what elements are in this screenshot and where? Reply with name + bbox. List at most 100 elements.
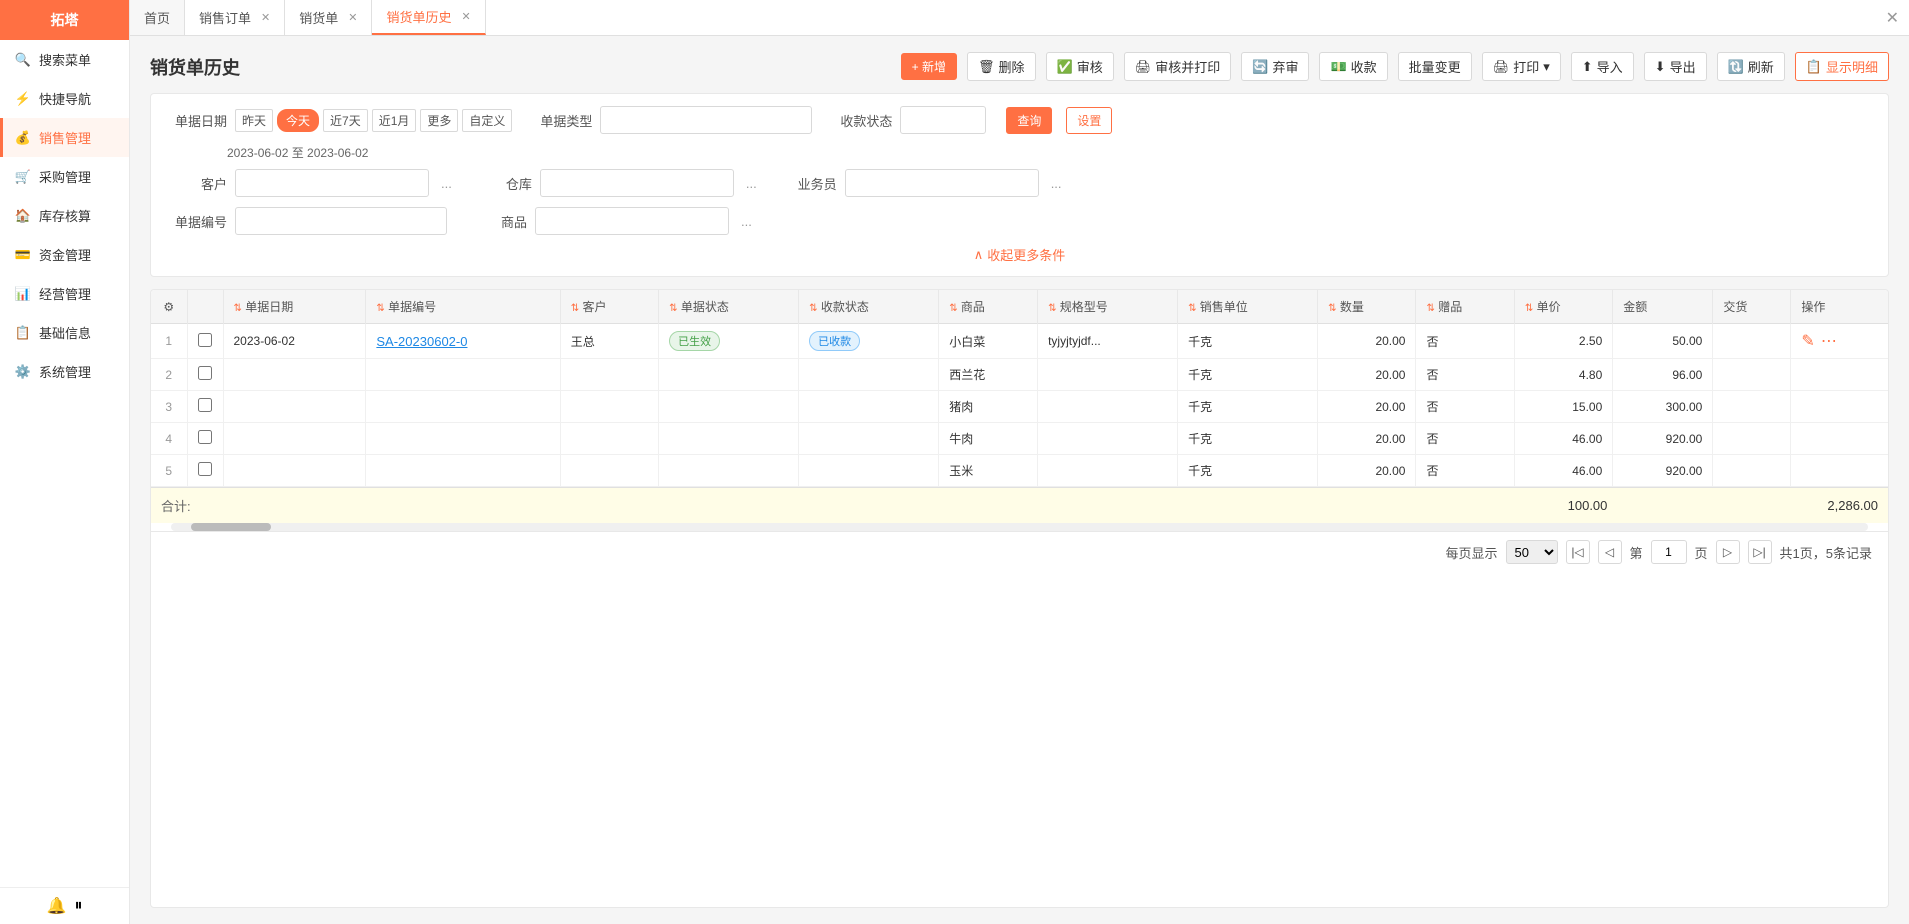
sidebar-item-base[interactable]: 📋 基础信息: [0, 313, 129, 352]
tab-sales-history-close[interactable]: ✕: [462, 10, 471, 23]
cell-checkbox[interactable]: [187, 423, 223, 455]
cell-action: [1791, 359, 1888, 391]
display-button[interactable]: 📋 显示明细: [1795, 52, 1889, 81]
cell-collect-status: [799, 423, 939, 455]
col-customer[interactable]: ⇅ 客户: [560, 290, 658, 324]
table-body: 1 2023-06-02 SA-20230602-0 王总 已生效 已收款 小白…: [151, 324, 1888, 487]
tab-sales-history[interactable]: 销货单历史 ✕: [372, 0, 485, 35]
col-doc-date[interactable]: ⇅ 单据日期: [223, 290, 366, 324]
sidebar-item-finance[interactable]: 💳 资金管理: [0, 235, 129, 274]
tab-home[interactable]: 首页: [130, 0, 185, 35]
audit-print-button[interactable]: 🖨 审核并打印: [1124, 52, 1232, 81]
tab-bar-close-all[interactable]: ✕: [1886, 8, 1909, 28]
page-input[interactable]: [1651, 540, 1687, 564]
doc-type-select[interactable]: [600, 106, 812, 134]
goods-label: 商品: [467, 212, 527, 231]
shortcut-7days[interactable]: 近7天: [323, 109, 368, 132]
salesperson-more-icon[interactable]: ...: [1051, 176, 1062, 191]
filter-goods: 商品 ...: [467, 207, 752, 235]
page-size-select[interactable]: 50 10 20 100: [1506, 540, 1558, 564]
page-next-button[interactable]: ▷: [1716, 540, 1740, 564]
shortcut-1month[interactable]: 近1月: [372, 109, 417, 132]
notification-icon[interactable]: 🔔: [47, 896, 67, 916]
cell-checkbox[interactable]: [187, 359, 223, 391]
tab-sales-order-close[interactable]: ✕: [261, 11, 270, 24]
new-button[interactable]: + 新增: [901, 53, 957, 80]
sidebar-item-ops[interactable]: 📊 经营管理: [0, 274, 129, 313]
col-unit-price[interactable]: ⇅ 单价: [1514, 290, 1612, 324]
pause-icon[interactable]: ⏸: [74, 897, 82, 915]
collapse-button[interactable]: ∧ 收起更多条件: [167, 245, 1872, 264]
scrollbar-thumb[interactable]: [191, 523, 271, 531]
table-header-row: ⚙ ⇅ 单据日期 ⇅ 单据编号 ⇅ 客户: [151, 290, 1888, 324]
col-doc-no[interactable]: ⇅ 单据编号: [366, 290, 560, 324]
customer-more-icon[interactable]: ...: [441, 176, 452, 191]
sidebar-item-purchase[interactable]: 🛒 采购管理: [0, 157, 129, 196]
edit-button[interactable]: ✎: [1801, 331, 1814, 351]
horizontal-scrollbar[interactable]: [171, 523, 1868, 531]
shortcut-custom[interactable]: 自定义: [462, 109, 512, 132]
shortcut-yesterday[interactable]: 昨天: [235, 109, 273, 132]
cell-action: [1791, 455, 1888, 487]
goods-input[interactable]: [535, 207, 729, 235]
delete-button[interactable]: 🗑 删除: [967, 52, 1036, 81]
cell-collect-status: [799, 391, 939, 423]
col-collect-status[interactable]: ⇅ 收款状态: [799, 290, 939, 324]
tab-sales-goods-close[interactable]: ✕: [348, 11, 357, 24]
cell-customer: [560, 423, 658, 455]
money-icon: 💰: [15, 130, 31, 146]
sidebar-item-inventory[interactable]: 🏠 库存核算: [0, 196, 129, 235]
card-icon: 💳: [15, 247, 31, 263]
batch-change-button[interactable]: 批量变更: [1398, 52, 1472, 81]
warehouse-input[interactable]: [540, 169, 734, 197]
query-button[interactable]: 查询: [1006, 107, 1052, 134]
col-goods[interactable]: ⇅ 商品: [939, 290, 1038, 324]
cell-checkbox[interactable]: [187, 455, 223, 487]
sidebar-item-system[interactable]: ⚙️ 系统管理: [0, 352, 129, 391]
audit-button[interactable]: ✅ 审核: [1046, 52, 1114, 81]
col-settings[interactable]: ⚙: [151, 290, 187, 324]
page-last-button[interactable]: ▷|: [1748, 540, 1772, 564]
search-icon: 🔍: [15, 52, 31, 68]
col-gift[interactable]: ⇅ 赠品: [1416, 290, 1514, 324]
settings-filter-button[interactable]: 设置: [1066, 107, 1112, 134]
page-first-button[interactable]: |◁: [1566, 540, 1590, 564]
col-doc-status[interactable]: ⇅ 单据状态: [659, 290, 799, 324]
cell-doc-no[interactable]: SA-20230602-0: [366, 324, 560, 359]
collect-status-select-wrap: [900, 106, 986, 134]
sidebar-item-search[interactable]: 🔍 搜索菜单: [0, 40, 129, 79]
salesperson-input[interactable]: [845, 169, 1039, 197]
goods-more-icon[interactable]: ...: [741, 214, 752, 229]
shortcut-more[interactable]: 更多: [420, 109, 458, 132]
collect-button[interactable]: 💵 收款: [1319, 52, 1387, 81]
cell-spec: [1038, 423, 1178, 455]
doc-no-input[interactable]: [235, 207, 447, 235]
print-button[interactable]: 🖨 打印 ▾: [1482, 52, 1561, 81]
export-button[interactable]: ⬇ 导出: [1644, 52, 1707, 81]
cell-trade: [1713, 455, 1791, 487]
gear-icon: ⚙️: [15, 364, 31, 380]
col-qty[interactable]: ⇅ 数量: [1318, 290, 1416, 324]
collect-status-select[interactable]: [900, 106, 986, 134]
import-button[interactable]: ⬆ 导入: [1571, 52, 1634, 81]
cell-doc-date: [223, 359, 366, 391]
customer-input[interactable]: [235, 169, 429, 197]
cell-goods: 牛肉: [939, 423, 1038, 455]
sidebar-item-sales[interactable]: 💰 销售管理: [0, 118, 129, 157]
cell-checkbox[interactable]: [187, 391, 223, 423]
tab-sales-goods[interactable]: 销货单 ✕: [285, 0, 372, 35]
sidebar-item-quicknav[interactable]: ⚡ 快捷导航: [0, 79, 129, 118]
refresh-button[interactable]: 🔃 刷新: [1717, 52, 1785, 81]
sidebar: 拓塔 🔍 搜索菜单 ⚡ 快捷导航 💰 销售管理 🛒 采购管理 🏠 库存核算 💳 …: [0, 0, 130, 924]
cell-checkbox[interactable]: [187, 324, 223, 359]
page-prev-button[interactable]: ◁: [1598, 540, 1622, 564]
warehouse-more-icon[interactable]: ...: [746, 176, 757, 191]
abandon-button[interactable]: 🔄 弃审: [1241, 52, 1309, 81]
tab-sales-order[interactable]: 销售订单 ✕: [185, 0, 285, 35]
cell-collect-status: 已收款: [799, 324, 939, 359]
col-spec[interactable]: ⇅ 规格型号: [1038, 290, 1178, 324]
cell-qty: 20.00: [1318, 359, 1416, 391]
more-button[interactable]: ⋯: [1821, 331, 1837, 351]
col-unit[interactable]: ⇅ 销售单位: [1178, 290, 1318, 324]
shortcut-today[interactable]: 今天: [277, 109, 319, 132]
